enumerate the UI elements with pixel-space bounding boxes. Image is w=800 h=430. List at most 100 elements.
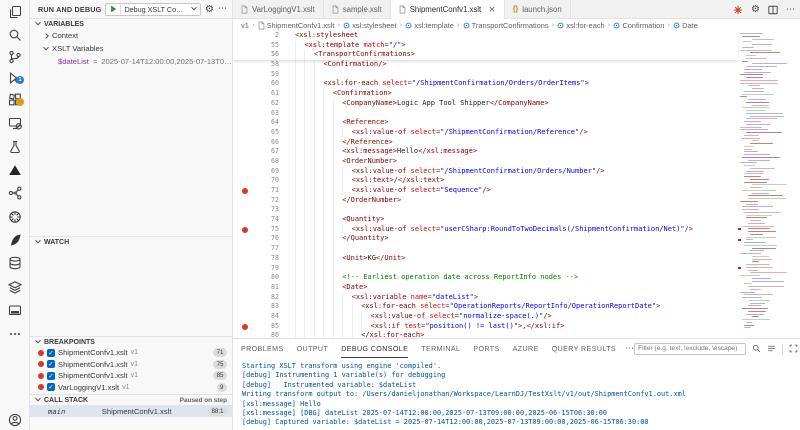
gutter[interactable]: 58 [233, 60, 295, 70]
breadcrumb-item-xsl:stylesheet[interactable]: xsl:stylesheet [343, 21, 397, 30]
gutter[interactable]: 56 [233, 50, 295, 60]
more-panel-tabs-icon[interactable]: ⋯ [625, 344, 634, 354]
gutter[interactable]: 59 [233, 70, 295, 80]
gutter[interactable]: 82 [233, 293, 295, 303]
gutter[interactable]: 74 [233, 215, 295, 225]
breakpoint-row-ShipmentConfv1.xslt-75[interactable]: ✓ ShipmentConfv1.xslt v1 75 [30, 359, 232, 371]
code-line-78[interactable]: 78 <Unit>KG</Unit> [233, 253, 738, 264]
gutter[interactable]: 83 [233, 302, 295, 312]
gutter[interactable]: 65 [233, 128, 295, 138]
code-line-68[interactable]: 68 <OrderNumber> [233, 156, 738, 167]
gutter[interactable]: 81 [233, 283, 295, 293]
split-editor-icon[interactable] [768, 5, 778, 15]
code-line-80[interactable]: 80 <!-- Earliest operation date across R… [233, 273, 738, 283]
gutter[interactable]: 77 [233, 244, 295, 254]
database-icon[interactable] [7, 255, 23, 271]
code-line-58[interactable]: 58 <Confirmation/> [233, 60, 738, 70]
breakpoint-row-VarLoggingV1.xslt-9[interactable]: ✓ VarLoggingV1.xslt v1 9 [30, 382, 232, 394]
code-line-71[interactable]: 71 <xsl:value-of select="Sequence"/> [233, 186, 738, 196]
gutter[interactable]: 68 [233, 157, 295, 167]
gutter[interactable]: 2 [233, 31, 295, 41]
code-line-70[interactable]: 70 <xsl:text>/</xsl:text> [233, 176, 738, 187]
breakpoint-checkbox[interactable]: ✓ [47, 371, 55, 380]
code-line-64[interactable]: 64 <Reference> [233, 118, 738, 128]
code-line-85[interactable]: 85 <xsl:if test="position() != last()">,… [233, 321, 738, 332]
gutter[interactable]: 60 [233, 79, 295, 89]
output-lines-icon[interactable] [767, 344, 776, 353]
code-line-69[interactable]: 69 <xsl:value-of select="/ShipmentConfir… [233, 166, 738, 177]
breadcrumb-item-v1[interactable]: v1 [241, 21, 249, 30]
code-line-55[interactable]: 55 <xsl:template match="/"> [233, 40, 738, 51]
code-line-2[interactable]: 2 <xsl:stylesheet [233, 31, 738, 41]
gutter[interactable]: 84 [233, 312, 295, 322]
debug-settings-gear-icon[interactable]: ⚙ [205, 4, 214, 15]
code-line-66[interactable]: 66 </Reference> [233, 137, 738, 148]
breakpoint-checkbox[interactable]: ✓ [47, 383, 55, 392]
feather-icon[interactable] [7, 232, 23, 248]
code-line-86[interactable]: 86 </xsl:for-each> [233, 331, 738, 338]
breakpoint-icon[interactable] [242, 323, 248, 330]
variables-context-item[interactable]: Context [30, 29, 232, 42]
gutter[interactable]: 64 [233, 118, 295, 128]
more-actions-icon[interactable]: ⋯ [786, 5, 795, 15]
gutter[interactable]: 72 [233, 196, 295, 206]
breadcrumb-item-TransportConfirmations[interactable]: TransportConfirmations [463, 21, 549, 30]
sticky-scroll[interactable]: 2 <xsl:stylesheet 55 <xsl:template match="… [233, 31, 738, 61]
gutter[interactable]: 70 [233, 176, 295, 186]
code-line-59[interactable]: 59 [233, 69, 738, 80]
gutter[interactable]: 80 [233, 273, 295, 283]
start-debug-icon[interactable] [110, 5, 117, 13]
gutter[interactable]: 66 [233, 138, 295, 148]
code-line-61[interactable]: 61 <Confirmation> [233, 89, 738, 99]
gutter[interactable]: 78 [233, 254, 295, 264]
code-line-63[interactable]: 63 [233, 108, 738, 119]
code-line-65[interactable]: 65 <xsl:value-of select="/ShipmentConfir… [233, 127, 738, 138]
panel-tab-problems[interactable]: PROBLEMS [241, 339, 284, 358]
breadcrumb-item-xsl:for-each[interactable]: xsl:for-each [557, 21, 605, 30]
panel-tab-ports[interactable]: PORTS [473, 339, 499, 358]
ai-swirl-icon[interactable] [7, 209, 23, 225]
gutter[interactable]: 62 [233, 99, 295, 109]
code-line-56[interactable]: 56 <TransportConfirmations> [233, 50, 738, 61]
breakpoint-icon[interactable] [242, 226, 248, 233]
code-line-84[interactable]: 84 <xsl:value-of select="normalize-space… [233, 311, 738, 322]
more-extensions-icon[interactable] [7, 326, 23, 342]
editor-tab-launch.json[interactable]: {} launch.json [505, 0, 571, 19]
gutter[interactable]: 85 [233, 322, 295, 332]
code-line-81[interactable]: 81 <Date> [233, 282, 738, 293]
breadcrumb-item-ShipmentConfv1.xslt[interactable]: ShipmentConfv1.xslt [258, 21, 334, 30]
breakpoint-row-ShipmentConfv1.xslt-71[interactable]: ✓ ShipmentConfv1.xslt v1 71 [30, 347, 232, 359]
editor-tab-VarLoggingV1.xslt[interactable]: VarLoggingV1.xslt [233, 0, 324, 19]
panel-tab-azure[interactable]: AZURE [513, 339, 539, 358]
gutter[interactable]: 55 [233, 41, 295, 51]
code-line-79[interactable]: 79 [233, 263, 738, 274]
maximize-panel-icon[interactable] [789, 344, 798, 353]
breadcrumb-item-xsl:template[interactable]: xsl:template [405, 21, 454, 30]
breakpoint-checkbox[interactable]: ✓ [47, 360, 55, 369]
layers-icon[interactable] [7, 279, 23, 295]
chevron-down-icon[interactable] [191, 4, 197, 11]
code-line-72[interactable]: 72 </OrderNumber> [233, 195, 738, 206]
code-line-73[interactable]: 73 [233, 205, 738, 216]
gutter[interactable]: 86 [233, 331, 295, 338]
gutter[interactable]: 69 [233, 167, 295, 177]
gutter[interactable]: 79 [233, 264, 295, 274]
breakpoint-row-ShipmentConfv1.xslt-85[interactable]: ✓ ShipmentConfv1.xslt v1 85 [30, 370, 232, 382]
variables-section-header[interactable]: VARIABLES [30, 18, 232, 29]
media-icon[interactable] [7, 302, 23, 318]
code-line-83[interactable]: 83 <xsl:for-each select="OperationReport… [233, 302, 738, 312]
graph-nodes-icon[interactable] [7, 185, 23, 201]
gutter[interactable]: 71 [233, 186, 295, 196]
launch-config-control[interactable]: Debug XSLT Compiled [105, 2, 202, 16]
variables-xslt-group[interactable]: XSLT Variables [30, 42, 232, 55]
source-control-icon[interactable] [7, 49, 23, 65]
code-line-60[interactable]: 60 <xsl:for-each select="/ShipmentConfir… [233, 79, 738, 90]
code-line-76[interactable]: 76 </Quantity> [233, 234, 738, 245]
close-tab-icon[interactable]: × [488, 5, 496, 15]
gutter[interactable]: 61 [233, 89, 295, 99]
explorer-icon[interactable] [7, 4, 23, 20]
remote-explorer-icon[interactable] [7, 115, 23, 131]
watch-section-header[interactable]: WATCH [30, 236, 232, 247]
testing-flask-icon[interactable] [7, 139, 23, 155]
panel-tab-output[interactable]: OUTPUT [297, 339, 329, 358]
